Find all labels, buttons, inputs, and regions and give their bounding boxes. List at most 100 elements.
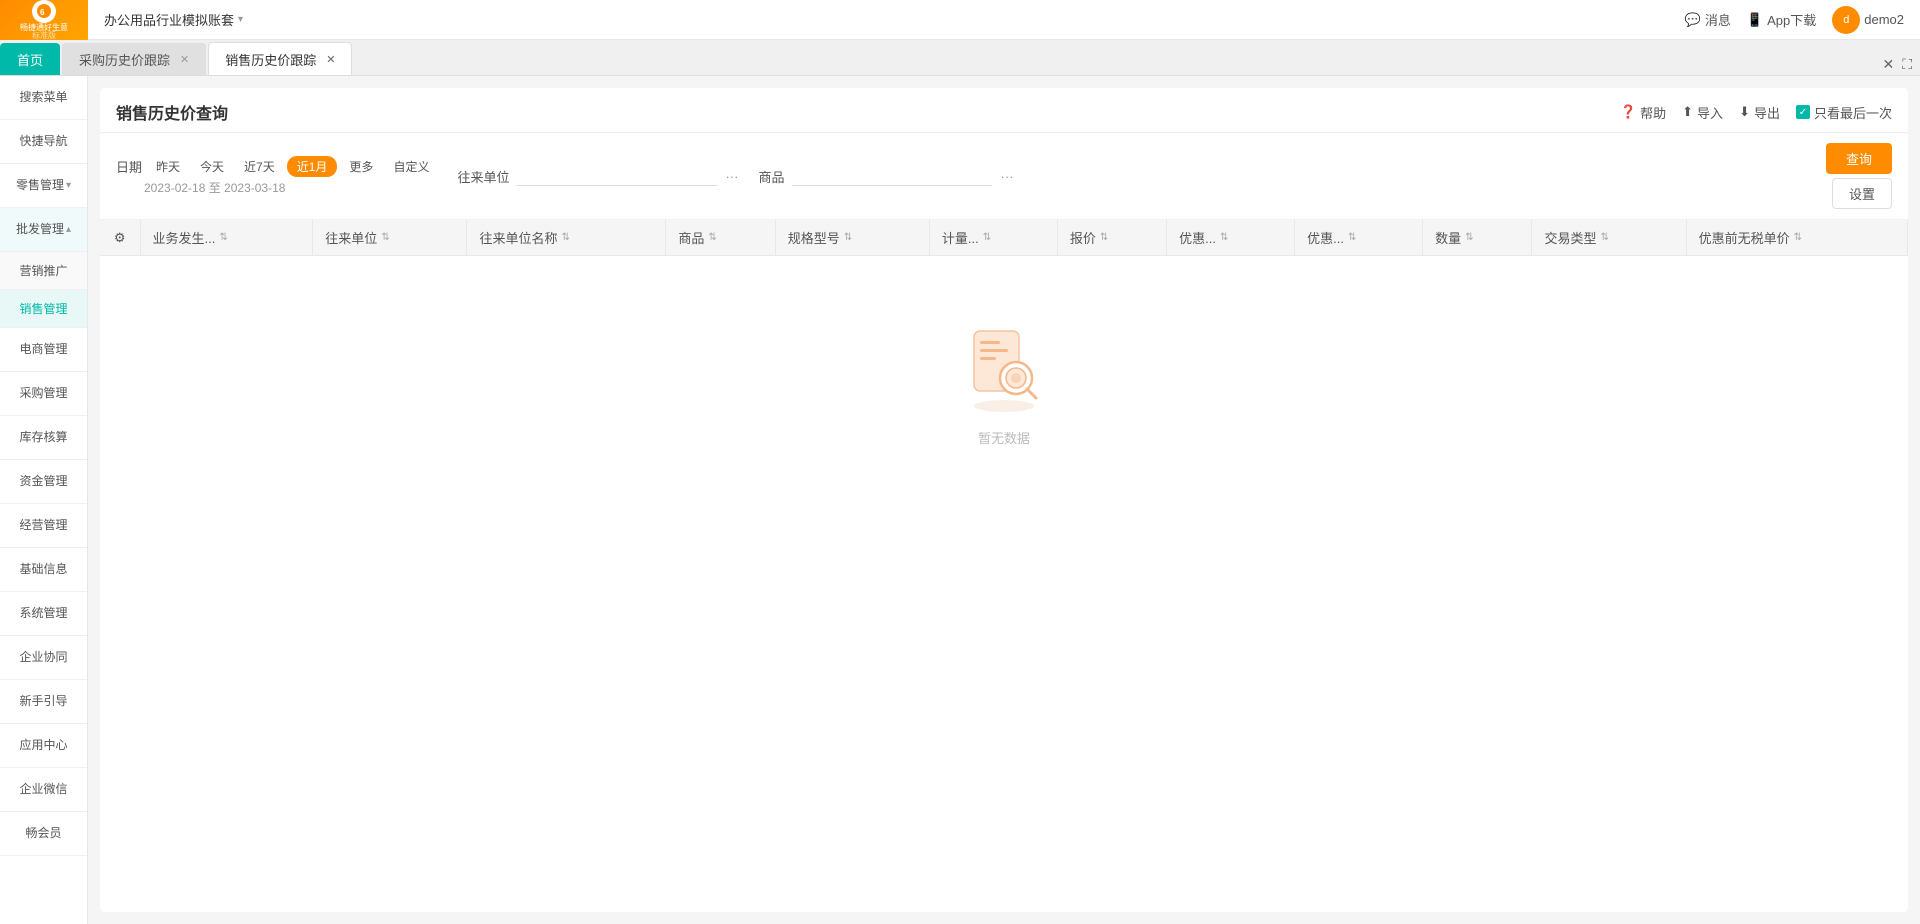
- data-table: ⚙ 业务发生... ⇅ 往来单位: [100, 220, 1908, 256]
- avatar: d: [1832, 6, 1860, 34]
- sort-icon: ⇅: [1600, 232, 1608, 243]
- sidebar-item-search[interactable]: 搜索菜单: [0, 76, 87, 120]
- col-unit[interactable]: 计量... ⇅: [929, 220, 1057, 256]
- date-last7-btn[interactable]: 近7天: [236, 156, 283, 177]
- close-all-icon[interactable]: ✕: [1882, 56, 1894, 73]
- fullscreen-icon[interactable]: ⛶: [1902, 56, 1912, 73]
- sidebar-item-wechat[interactable]: 企业微信: [0, 768, 87, 812]
- app-selector[interactable]: 办公用品行业模拟账套 ▾: [96, 6, 251, 33]
- message-button[interactable]: 💬 消息: [1685, 10, 1731, 29]
- sort-icon: ⇅: [1100, 232, 1108, 243]
- sidebar-item-finance[interactable]: 资金管理: [0, 460, 87, 504]
- sidebar-item-enterprise[interactable]: 企业协同: [0, 636, 87, 680]
- settings-icon: ⚙: [114, 230, 126, 245]
- sidebar-item-wholesale[interactable]: 批发管理 ▴: [0, 208, 87, 252]
- main-layout: 搜索菜单 快捷导航 零售管理 ▾ 批发管理 ▴ 营销推广 销售管理 电商管理 采…: [0, 76, 1920, 924]
- logo-icon: 6: [32, 0, 56, 23]
- table-header-row: ⚙ 业务发生... ⇅ 往来单位: [100, 220, 1908, 256]
- sort-icon: ⇅: [1465, 232, 1473, 243]
- close-sales-tab-icon[interactable]: ✕: [326, 53, 335, 66]
- sidebar-item-retail[interactable]: 零售管理 ▾: [0, 164, 87, 208]
- last-only-checkbox[interactable]: ✓: [1796, 105, 1810, 119]
- date-filter-label: 日期: [116, 157, 142, 176]
- sidebar-item-basic-info[interactable]: 基础信息: [0, 548, 87, 592]
- col-biz-date[interactable]: 业务发生... ⇅: [140, 220, 313, 256]
- content-area: 销售历史价查询 ❓ 帮助 ⬆ 导入 ⬇ 导出 ✓: [88, 76, 1920, 924]
- app-download-button[interactable]: 📱 App下载: [1747, 10, 1816, 29]
- col-product[interactable]: 商品 ⇅: [666, 220, 775, 256]
- col-quantity[interactable]: 数量 ⇅: [1423, 220, 1532, 256]
- col-discount1[interactable]: 优惠... ⇅: [1167, 220, 1295, 256]
- sidebar-item-app-center[interactable]: 应用中心: [0, 724, 87, 768]
- sort-icon: ⇅: [219, 232, 227, 243]
- empty-state: 暂无数据: [100, 256, 1908, 507]
- date-filter-group: 日期 昨天 今天 近7天 近1月 更多 自定义 2023-02-18 至 202…: [116, 156, 437, 196]
- product-input[interactable]: [792, 166, 992, 186]
- date-more-btn[interactable]: 更多: [341, 156, 381, 177]
- user-menu[interactable]: d demo2: [1832, 6, 1904, 34]
- close-purchase-tab-icon[interactable]: ✕: [180, 53, 189, 66]
- download-icon: 📱: [1747, 12, 1763, 28]
- header-right: 💬 消息 📱 App下载 d demo2: [1685, 6, 1904, 34]
- col-partner-code[interactable]: 往来单位 ⇅: [313, 220, 467, 256]
- col-discount2[interactable]: 优惠... ⇅: [1295, 220, 1423, 256]
- date-buttons: 昨天 今天 近7天 近1月 更多 自定义: [148, 156, 437, 177]
- date-last1month-btn[interactable]: 近1月: [287, 156, 338, 177]
- tab-sales[interactable]: 销售历史价跟踪 ✕: [208, 42, 352, 75]
- date-today-btn[interactable]: 今天: [192, 156, 232, 177]
- page-card: 销售历史价查询 ❓ 帮助 ⬆ 导入 ⬇ 导出 ✓: [100, 88, 1908, 912]
- sort-icon: ⇅: [1220, 232, 1228, 243]
- col-pretax-price[interactable]: 优惠前无税单价 ⇅: [1686, 220, 1907, 256]
- sidebar-item-inventory[interactable]: 库存核算: [0, 416, 87, 460]
- product-filter-group: 商品 ···: [758, 166, 1013, 186]
- chevron-down-icon: ▾: [238, 14, 243, 25]
- tab-home[interactable]: 首页: [0, 43, 60, 75]
- col-quoted-price[interactable]: 报价 ⇅: [1057, 220, 1166, 256]
- col-partner-name[interactable]: 往来单位名称 ⇅: [467, 220, 666, 256]
- sort-icon: ⇅: [844, 232, 852, 243]
- product-label: 商品: [758, 167, 784, 186]
- page-header-actions: ❓ 帮助 ⬆ 导入 ⬇ 导出 ✓ 只看最后一次: [1620, 103, 1892, 122]
- sort-icon: ⇅: [983, 232, 991, 243]
- message-icon: 💬: [1685, 12, 1701, 28]
- filter-right-buttons: 查询 设置: [1826, 143, 1892, 209]
- sidebar-item-operations[interactable]: 经营管理: [0, 504, 87, 548]
- product-picker-icon[interactable]: ···: [1000, 169, 1013, 184]
- chevron-down-icon: ▾: [66, 179, 71, 192]
- logo-sub: 标准版: [32, 32, 56, 40]
- tab-sales-label: 销售历史价跟踪: [225, 50, 316, 69]
- tab-bar: 首页 采购历史价跟踪 ✕ 销售历史价跟踪 ✕ ✕ ⛶: [0, 40, 1920, 76]
- date-custom-btn[interactable]: 自定义: [385, 156, 437, 177]
- query-button[interactable]: 查询: [1826, 143, 1892, 174]
- date-yesterday-btn[interactable]: 昨天: [148, 156, 188, 177]
- table-container: ⚙ 业务发生... ⇅ 往来单位: [100, 220, 1908, 912]
- filter-bar: 日期 昨天 今天 近7天 近1月 更多 自定义 2023-02-18 至 202…: [100, 133, 1908, 220]
- export-button[interactable]: ⬇ 导出: [1739, 103, 1780, 122]
- col-trade-type[interactable]: 交易类型 ⇅: [1532, 220, 1686, 256]
- partner-label: 往来单位: [457, 167, 509, 186]
- partner-input[interactable]: [517, 166, 717, 186]
- sidebar-item-marketing[interactable]: 营销推广: [0, 252, 87, 290]
- sidebar-item-member[interactable]: 畅会员: [0, 812, 87, 856]
- app-name: 办公用品行业模拟账套: [104, 10, 234, 29]
- sidebar-item-system[interactable]: 系统管理: [0, 592, 87, 636]
- help-button[interactable]: ❓ 帮助: [1620, 103, 1666, 122]
- logo-area[interactable]: 6 畅捷通好生意 标准版: [0, 0, 88, 40]
- sidebar-item-sales-mgmt[interactable]: 销售管理: [0, 290, 87, 328]
- col-spec[interactable]: 规格型号 ⇅: [775, 220, 929, 256]
- sort-icon: ⇅: [708, 232, 716, 243]
- col-settings[interactable]: ⚙: [100, 220, 140, 256]
- last-only-checkbox-label[interactable]: ✓ 只看最后一次: [1796, 103, 1892, 122]
- sidebar-item-ecommerce[interactable]: 电商管理: [0, 328, 87, 372]
- sidebar-item-guide[interactable]: 新手引导: [0, 680, 87, 724]
- partner-picker-icon[interactable]: ···: [725, 169, 738, 184]
- tab-purchase[interactable]: 采购历史价跟踪 ✕: [62, 43, 206, 75]
- date-range-display: 2023-02-18 至 2023-03-18: [144, 179, 437, 196]
- sort-icon: ⇅: [1794, 232, 1802, 243]
- sort-icon: ⇅: [561, 232, 569, 243]
- sidebar-item-purchase-mgmt[interactable]: 采购管理: [0, 372, 87, 416]
- import-button[interactable]: ⬆ 导入: [1682, 103, 1723, 122]
- settings-button[interactable]: 设置: [1832, 178, 1892, 209]
- sidebar: 搜索菜单 快捷导航 零售管理 ▾ 批发管理 ▴ 营销推广 销售管理 电商管理 采…: [0, 76, 88, 924]
- sidebar-item-quick-nav[interactable]: 快捷导航: [0, 120, 87, 164]
